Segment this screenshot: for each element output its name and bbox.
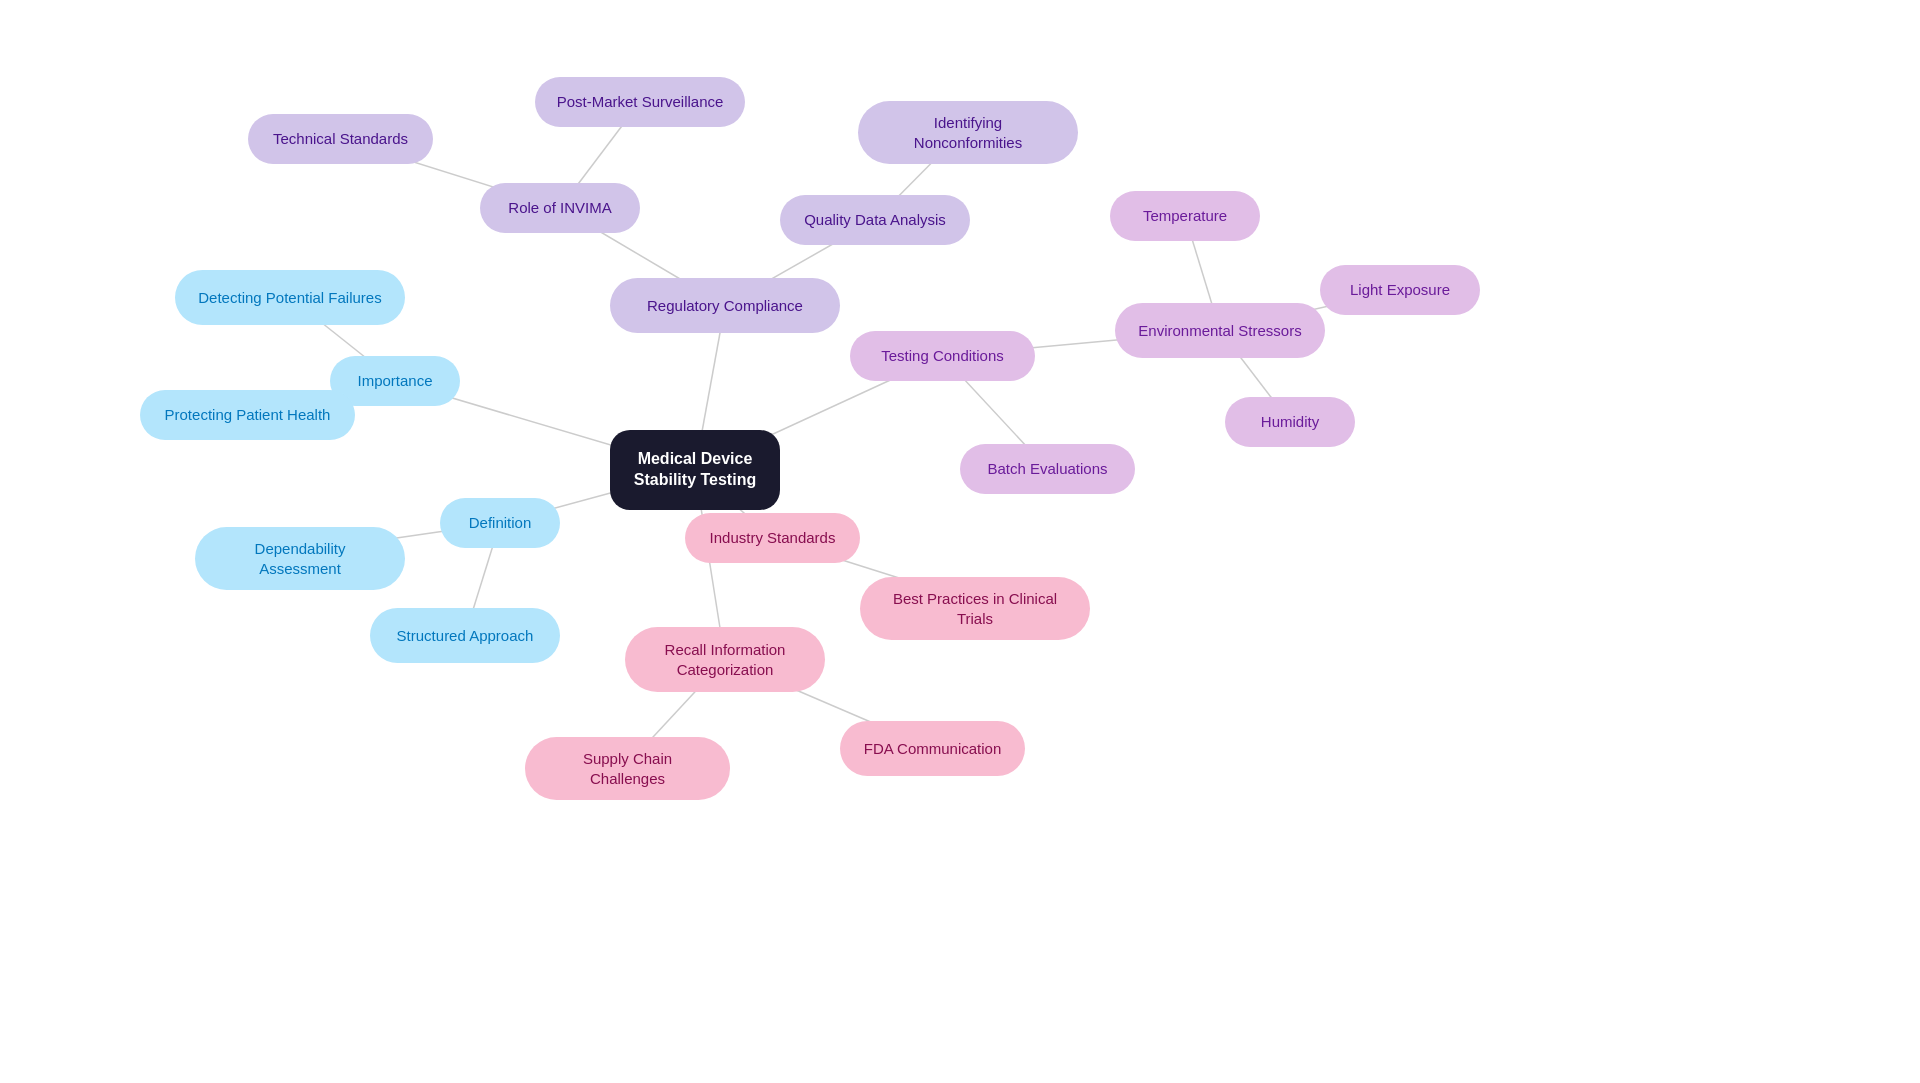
- detecting-node[interactable]: Detecting Potential Failures: [175, 270, 405, 325]
- recall-info-node[interactable]: Recall Information Categorization: [625, 627, 825, 692]
- batch-evals-node[interactable]: Batch Evaluations: [960, 444, 1135, 494]
- fda-comm-node[interactable]: FDA Communication: [840, 721, 1025, 776]
- quality-data-node[interactable]: Quality Data Analysis: [780, 195, 970, 245]
- best-practices-node[interactable]: Best Practices in Clinical Trials: [860, 577, 1090, 640]
- dependability-node[interactable]: Dependability Assessment: [195, 527, 405, 590]
- humidity-node[interactable]: Humidity: [1225, 397, 1355, 447]
- env-stressors-node[interactable]: Environmental Stressors: [1115, 303, 1325, 358]
- post-market-node[interactable]: Post-Market Surveillance: [535, 77, 745, 127]
- supply-chain-node[interactable]: Supply Chain Challenges: [525, 737, 730, 800]
- center-node[interactable]: Medical Device Stability Testing: [610, 430, 780, 510]
- protecting-node[interactable]: Protecting Patient Health: [140, 390, 355, 440]
- light-exposure-node[interactable]: Light Exposure: [1320, 265, 1480, 315]
- industry-standards-node[interactable]: Industry Standards: [685, 513, 860, 563]
- testing-conditions-node[interactable]: Testing Conditions: [850, 331, 1035, 381]
- identifying-non-node[interactable]: Identifying Nonconformities: [858, 101, 1078, 164]
- temperature-node[interactable]: Temperature: [1110, 191, 1260, 241]
- mindmap-container: Medical Device Stability Testing Regulato…: [0, 0, 1920, 1083]
- role-invima-node[interactable]: Role of INVIMA: [480, 183, 640, 233]
- definition-node[interactable]: Definition: [440, 498, 560, 548]
- technical-standards-node[interactable]: Technical Standards: [248, 114, 433, 164]
- regulatory-compliance-node[interactable]: Regulatory Compliance: [610, 278, 840, 333]
- structured-node[interactable]: Structured Approach: [370, 608, 560, 663]
